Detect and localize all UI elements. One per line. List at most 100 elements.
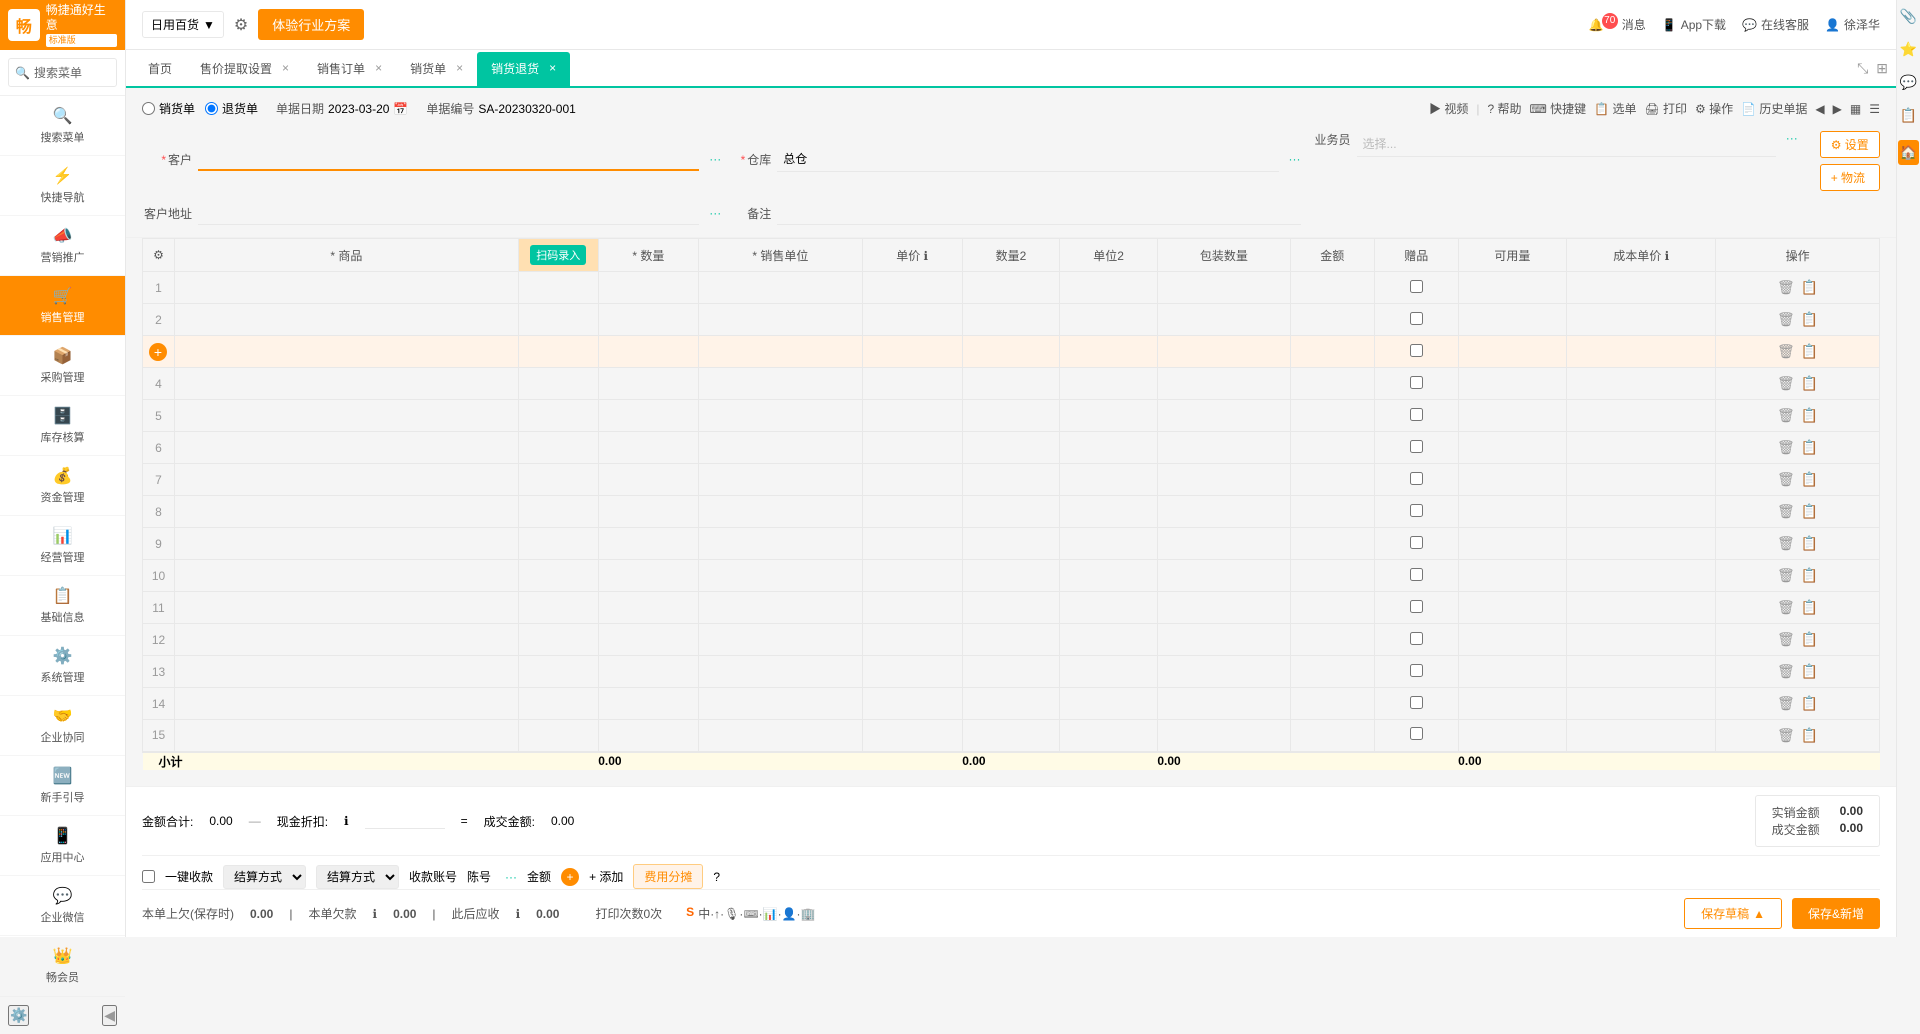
copy-icon-10[interactable]: 📋	[1801, 567, 1818, 584]
row-14-qty[interactable]	[598, 688, 698, 720]
row-15-cost[interactable]	[1567, 720, 1716, 752]
app-download-item[interactable]: 📱 App下载	[1662, 16, 1726, 33]
right-sidebar-icon-1[interactable]: 📎	[1900, 8, 1917, 25]
row-4-unit[interactable]	[698, 368, 862, 400]
row-14-cost[interactable]	[1567, 688, 1716, 720]
row-11-packqty[interactable]	[1157, 592, 1290, 624]
radio-return-input[interactable]	[205, 102, 218, 115]
row-9-price[interactable]	[862, 528, 962, 560]
row-14-amount[interactable]	[1290, 688, 1374, 720]
sidebar-item-basic[interactable]: 📋 基础信息	[0, 576, 125, 636]
sidebar-item-operations[interactable]: 📊 经营管理	[0, 516, 125, 576]
delete-icon-2[interactable]: 🗑	[1777, 311, 1795, 328]
row-6-qty[interactable]	[598, 432, 698, 464]
sidebar-item-member[interactable]: 👑 畅会员	[0, 936, 125, 996]
row-9-gift[interactable]	[1374, 528, 1458, 560]
copy-icon-12[interactable]: 📋	[1801, 631, 1818, 648]
tab-price-setting-close[interactable]: ×	[282, 61, 289, 75]
row-3-qty2[interactable]	[962, 336, 1060, 368]
row-11-qty2[interactable]	[962, 592, 1060, 624]
row-13-unit[interactable]	[698, 656, 862, 688]
row-1-unit[interactable]	[698, 272, 862, 304]
radio-sales-input[interactable]	[142, 102, 155, 115]
fee-split-button[interactable]: 费用分摊	[633, 864, 703, 889]
tab-sales-return-close[interactable]: ×	[549, 61, 556, 75]
delete-icon-10[interactable]: 🗑	[1777, 567, 1795, 584]
row-7-cost[interactable]	[1567, 464, 1716, 496]
row-6-goods[interactable]	[175, 432, 519, 464]
goods-input-9[interactable]	[181, 537, 512, 551]
right-sidebar-icon-4[interactable]: 📋	[1900, 107, 1917, 124]
gift-checkbox-14[interactable]	[1410, 696, 1423, 709]
customer-input[interactable]	[198, 147, 699, 171]
row-6-available[interactable]	[1458, 432, 1566, 464]
goods-input-10[interactable]	[181, 569, 512, 583]
row-3-gift[interactable]	[1374, 336, 1458, 368]
goods-input-3[interactable]	[181, 345, 512, 359]
row-14-unit2[interactable]	[1060, 688, 1158, 720]
row-1-gift[interactable]	[1374, 272, 1458, 304]
row-7-amount[interactable]	[1290, 464, 1374, 496]
row-10-unit2[interactable]	[1060, 560, 1158, 592]
row-6-gift[interactable]	[1374, 432, 1458, 464]
toolbar-prev-icon[interactable]: ◀	[1815, 102, 1824, 116]
row-4-price[interactable]	[862, 368, 962, 400]
row-3-unit[interactable]	[698, 336, 862, 368]
tab-home[interactable]: 首页	[134, 52, 186, 87]
goods-input-12[interactable]	[181, 633, 512, 647]
row-4-available[interactable]	[1458, 368, 1566, 400]
row-6-qty2[interactable]	[962, 432, 1060, 464]
gift-checkbox-13[interactable]	[1410, 664, 1423, 677]
row-15-available[interactable]	[1458, 720, 1566, 752]
row-9-cost[interactable]	[1567, 528, 1716, 560]
search-menu-button[interactable]: 🔍 搜索菜单	[8, 58, 117, 87]
row-13-packqty[interactable]	[1157, 656, 1290, 688]
row-15-goods[interactable]	[175, 720, 519, 752]
delete-icon-11[interactable]: 🗑	[1777, 599, 1795, 616]
delete-icon-3[interactable]: 🗑	[1777, 343, 1795, 360]
row-9-unit2[interactable]	[1060, 528, 1158, 560]
copy-icon-5[interactable]: 📋	[1801, 407, 1818, 424]
row-10-gift[interactable]	[1374, 560, 1458, 592]
row-8-gift[interactable]	[1374, 496, 1458, 528]
customer-select-dots[interactable]: ···	[709, 152, 721, 166]
row-10-cost[interactable]	[1567, 560, 1716, 592]
save-new-button[interactable]: 保存&新增	[1792, 898, 1880, 929]
row-1-qty2[interactable]	[962, 272, 1060, 304]
sidebar-item-wechat[interactable]: 💬 企业微信	[0, 876, 125, 936]
row-11-gift[interactable]	[1374, 592, 1458, 624]
row-11-qty[interactable]	[598, 592, 698, 624]
goods-input-5[interactable]	[181, 409, 512, 423]
toolbar-video-link[interactable]: ▶ 视频	[1429, 100, 1468, 117]
row-13-available[interactable]	[1458, 656, 1566, 688]
row-15-gift[interactable]	[1374, 720, 1458, 752]
row-14-available[interactable]	[1458, 688, 1566, 720]
row-10-available[interactable]	[1458, 560, 1566, 592]
row-4-packqty[interactable]	[1157, 368, 1290, 400]
row-4-gift[interactable]	[1374, 368, 1458, 400]
row-12-unit[interactable]	[698, 624, 862, 656]
salesperson-input[interactable]: 选择...	[1357, 131, 1776, 157]
toolbar-print-link[interactable]: 🖨 打印	[1644, 100, 1687, 117]
row-5-qty2[interactable]	[962, 400, 1060, 432]
row-8-amount[interactable]	[1290, 496, 1374, 528]
remark-input[interactable]	[777, 201, 1300, 225]
row-11-goods[interactable]	[175, 592, 519, 624]
row-1-packqty[interactable]	[1157, 272, 1290, 304]
row-12-available[interactable]	[1458, 624, 1566, 656]
row-7-qty[interactable]	[598, 464, 698, 496]
delete-icon-12[interactable]: 🗑	[1777, 631, 1795, 648]
right-sidebar-icon-3[interactable]: 💬	[1900, 74, 1917, 91]
row-7-goods[interactable]	[175, 464, 519, 496]
online-service-item[interactable]: 💬 在线客服	[1742, 16, 1809, 33]
goods-input-6[interactable]	[181, 441, 512, 455]
row-13-qty2[interactable]	[962, 656, 1060, 688]
row-5-amount[interactable]	[1290, 400, 1374, 432]
goods-input-13[interactable]	[181, 665, 512, 679]
row-8-unit2[interactable]	[1060, 496, 1158, 528]
user-item[interactable]: 👤 徐泽华	[1825, 16, 1880, 33]
row-15-unit[interactable]	[698, 720, 862, 752]
discount-input[interactable]	[365, 814, 445, 829]
row-13-price[interactable]	[862, 656, 962, 688]
row-5-available[interactable]	[1458, 400, 1566, 432]
